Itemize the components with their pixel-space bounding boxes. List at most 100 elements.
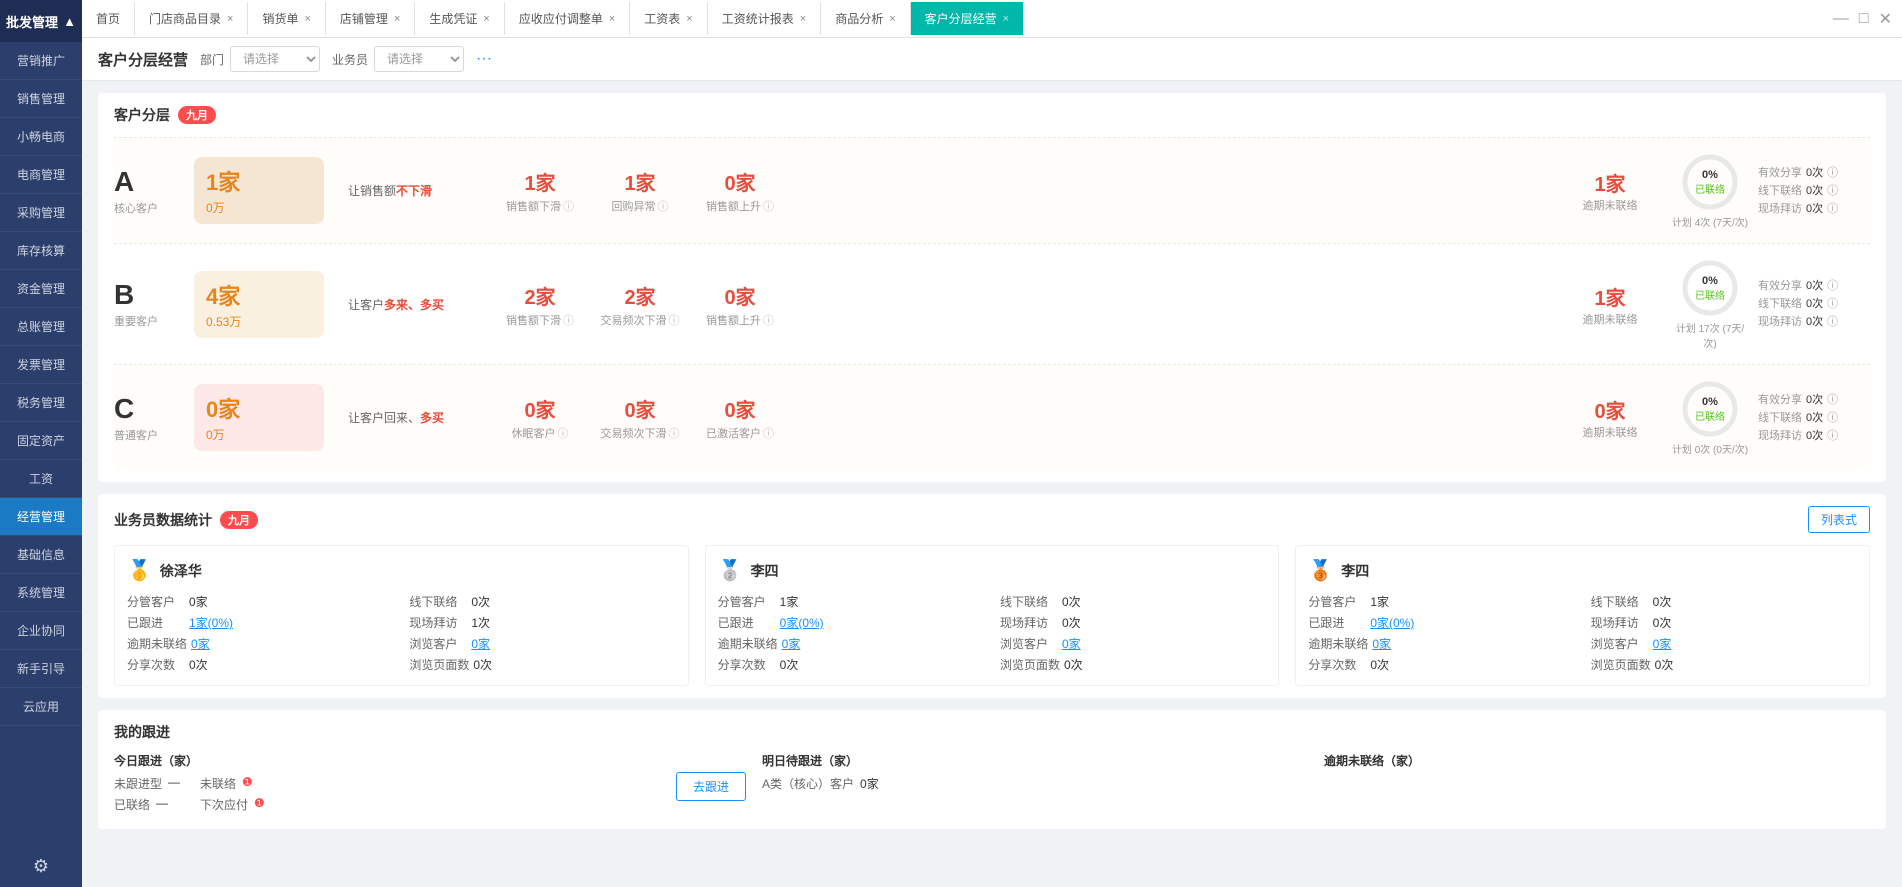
sp-stats-1: 分管客户 1家 线下联络 0次 已跟进 0家(0%) 现场拜访 0次 xyxy=(718,593,1267,673)
metric-销售额下滑: 1家 销售额下滑 ⓘ xyxy=(500,167,580,214)
sidebar-item-经营管理[interactable]: 经营管理 xyxy=(0,498,82,536)
tab-bar: 首页门店商品目录×销货单×店铺管理×生成凭证×应收应付调整单×工资表×工资统计报… xyxy=(82,0,1902,38)
sidebar-item-系统管理[interactable]: 系统管理 xyxy=(0,574,82,612)
dept-label: 部门 xyxy=(200,51,224,68)
sp-stat-1-2: 已跟进 0家(0%) xyxy=(718,614,984,631)
sp-stats-0: 分管客户 0家 线下联络 0次 已跟进 1家(0%) 现场拜访 1次 xyxy=(127,593,676,673)
tab-工资统计报表[interactable]: 工资统计报表× xyxy=(708,2,821,35)
sidebar-item-销售管理[interactable]: 销售管理 xyxy=(0,80,82,118)
tab-门店商品目录[interactable]: 门店商品目录× xyxy=(135,2,248,35)
tab-应收应付调整单[interactable]: 应收应付调整单× xyxy=(505,2,630,35)
sidebar-item-税务管理[interactable]: 税务管理 xyxy=(0,384,82,422)
tab-客户分层经营[interactable]: 客户分层经营× xyxy=(911,2,1024,35)
customer-tier-title: 客户分层 九月 xyxy=(114,105,1870,125)
tab-close-门店商品目录[interactable]: × xyxy=(227,13,233,25)
main-area: 首页门店商品目录×销货单×店铺管理×生成凭证×应收应付调整单×工资表×工资统计报… xyxy=(82,0,1902,887)
sidebar-item-库存核算[interactable]: 库存核算 xyxy=(0,232,82,270)
sidebar-toggle-icon[interactable]: ▲ xyxy=(63,14,76,29)
sidebar-item-企业协同[interactable]: 企业协同 xyxy=(0,612,82,650)
sidebar-item-营销推广[interactable]: 营销推广 xyxy=(0,42,82,80)
tier-count-B: 4家 xyxy=(206,279,312,311)
list-view-btn[interactable]: 列表式 xyxy=(1808,506,1870,533)
sidebar-item-采购管理[interactable]: 采购管理 xyxy=(0,194,82,232)
dept-select[interactable]: 请选择 xyxy=(230,46,320,72)
more-filters-btn[interactable]: ··· xyxy=(476,50,492,68)
tab-close-商品分析[interactable]: × xyxy=(889,13,895,25)
tab-close-应收应付调整单[interactable]: × xyxy=(609,13,615,25)
tab-close-工资表[interactable]: × xyxy=(686,13,692,25)
sp-medal-2: 🥉 xyxy=(1308,558,1333,583)
sp-stat-0-5: 浏览客户 0家 xyxy=(409,635,675,652)
sp-stat-2-7: 浏览页面数 0次 xyxy=(1591,656,1857,673)
tomorrow-row-1: A类（核心）客户 0家 xyxy=(762,775,1308,792)
window-minimize-icon[interactable]: — xyxy=(1833,10,1849,28)
tab-商品分析[interactable]: 商品分析× xyxy=(821,2,910,35)
tab-close-客户分层经营[interactable]: × xyxy=(1003,13,1009,25)
sp-header-1: 🥈 李四 xyxy=(718,558,1267,583)
metric-销售额上升: 0家 销售额上升 ⓘ xyxy=(700,281,780,328)
goto-followup-btn[interactable]: 去跟进 xyxy=(676,772,746,801)
overdue-followup-col: 逾期未联络（家） xyxy=(1324,752,1870,775)
followup-section: 我的跟进 今日跟进（家） 未跟进型 — 已联络 — xyxy=(98,710,1886,829)
sidebar-item-资金管理[interactable]: 资金管理 xyxy=(0,270,82,308)
followup-title: 我的跟进 xyxy=(114,722,1870,742)
tier-count-C: 0家 xyxy=(206,392,312,424)
tab-店铺管理[interactable]: 店铺管理× xyxy=(326,2,415,35)
tier-circle-A: 0% 已联络 计划 4次 (7天/次) xyxy=(1670,152,1750,229)
metric-销售额下滑: 2家 销售额下滑 ⓘ xyxy=(500,281,580,328)
sidebar-header: 批发管理 ▲ xyxy=(0,0,82,42)
sidebar-item-基础信息[interactable]: 基础信息 xyxy=(0,536,82,574)
tier-suggestion-A: 让销售额不下滑 xyxy=(340,182,500,199)
biz-select[interactable]: 请选择 xyxy=(374,46,464,72)
sidebar-item-新手引导[interactable]: 新手引导 xyxy=(0,650,82,688)
sidebar-item-云应用[interactable]: 云应用 xyxy=(0,688,82,726)
sidebar-settings-icon[interactable]: ⚙ xyxy=(0,846,82,887)
sp-stat-0-3: 现场拜访 1次 xyxy=(409,614,675,631)
customer-tier-month: 九月 xyxy=(178,106,216,124)
sp-stat-2-6: 分享次数 0次 xyxy=(1308,656,1574,673)
sp-name-1: 李四 xyxy=(751,561,779,581)
sidebar-item-发票管理[interactable]: 发票管理 xyxy=(0,346,82,384)
tab-close-工资统计报表[interactable]: × xyxy=(800,13,806,25)
tier-contact-B: 1家 逾期未联络 xyxy=(1550,282,1670,327)
followup-row-4: 下次应付 ❶ xyxy=(200,796,265,813)
sidebar-item-工资[interactable]: 工资 xyxy=(0,460,82,498)
metric-回购异常: 1家 回购异常 ⓘ xyxy=(600,167,680,214)
tab-销货单[interactable]: 销货单× xyxy=(248,2,325,35)
sp-stat-1-6: 分享次数 0次 xyxy=(718,656,984,673)
tier-label-A: A 核心客户 xyxy=(114,166,194,216)
tomorrow-followup-col: 明日待跟进（家） A类（核心）客户 0家 xyxy=(762,752,1308,796)
window-maximize-icon[interactable]: □ xyxy=(1859,10,1869,28)
tier-suggestion-C: 让客户回来、多买 xyxy=(340,409,500,426)
page-title: 客户分层经营 xyxy=(98,49,188,70)
dept-filter: 部门 请选择 xyxy=(200,46,320,72)
tier-row-C: C 普通客户 0家 0万 让客户回来、多买 0家 休眠客户 ⓘ 0家 交易频次下… xyxy=(114,364,1870,470)
sp-stat-1-5: 浏览客户 0家 xyxy=(1000,635,1266,652)
business-stats-section: 业务员数据统计 九月 列表式 🥇 徐泽华 分管客户 0家 线下联络 0次 xyxy=(98,494,1886,698)
sidebar-item-总账管理[interactable]: 总账管理 xyxy=(0,308,82,346)
sidebar-item-固定资产[interactable]: 固定资产 xyxy=(0,422,82,460)
sp-stat-1-4: 逾期未联络 0家 xyxy=(718,635,984,652)
sp-stat-2-5: 浏览客户 0家 xyxy=(1591,635,1857,652)
tab-close-店铺管理[interactable]: × xyxy=(394,13,400,25)
sp-name-2: 李四 xyxy=(1341,561,1369,581)
sp-header-2: 🥉 李四 xyxy=(1308,558,1857,583)
sp-stat-2-3: 现场拜访 0次 xyxy=(1591,614,1857,631)
window-close-icon[interactable]: ✕ xyxy=(1879,9,1892,29)
page-header: 客户分层经营 部门 请选择 业务员 请选择 ··· xyxy=(82,38,1902,81)
tier-count-A: 1家 xyxy=(206,165,312,197)
tomorrow-col-title: 明日待跟进（家） xyxy=(762,752,1308,769)
sidebar-item-小畅电商[interactable]: 小畅电商 xyxy=(0,118,82,156)
tier-contact-C: 0家 逾期未联络 xyxy=(1550,395,1670,440)
tab-首页[interactable]: 首页 xyxy=(82,2,135,35)
tab-close-生成凭证[interactable]: × xyxy=(483,13,489,25)
tier-stats-C: 0家 0万 xyxy=(194,384,324,451)
tab-生成凭证[interactable]: 生成凭证× xyxy=(415,2,504,35)
metric-交易频次下滑: 2家 交易频次下滑 ⓘ xyxy=(600,281,680,328)
sp-name-0: 徐泽华 xyxy=(160,561,202,581)
sidebar-item-电商管理[interactable]: 电商管理 xyxy=(0,156,82,194)
tab-close-销货单[interactable]: × xyxy=(304,13,310,25)
sp-medal-1: 🥈 xyxy=(718,558,743,583)
tab-工资表[interactable]: 工资表× xyxy=(630,2,707,35)
tab-bar-actions: — □ ✕ xyxy=(1823,9,1902,29)
